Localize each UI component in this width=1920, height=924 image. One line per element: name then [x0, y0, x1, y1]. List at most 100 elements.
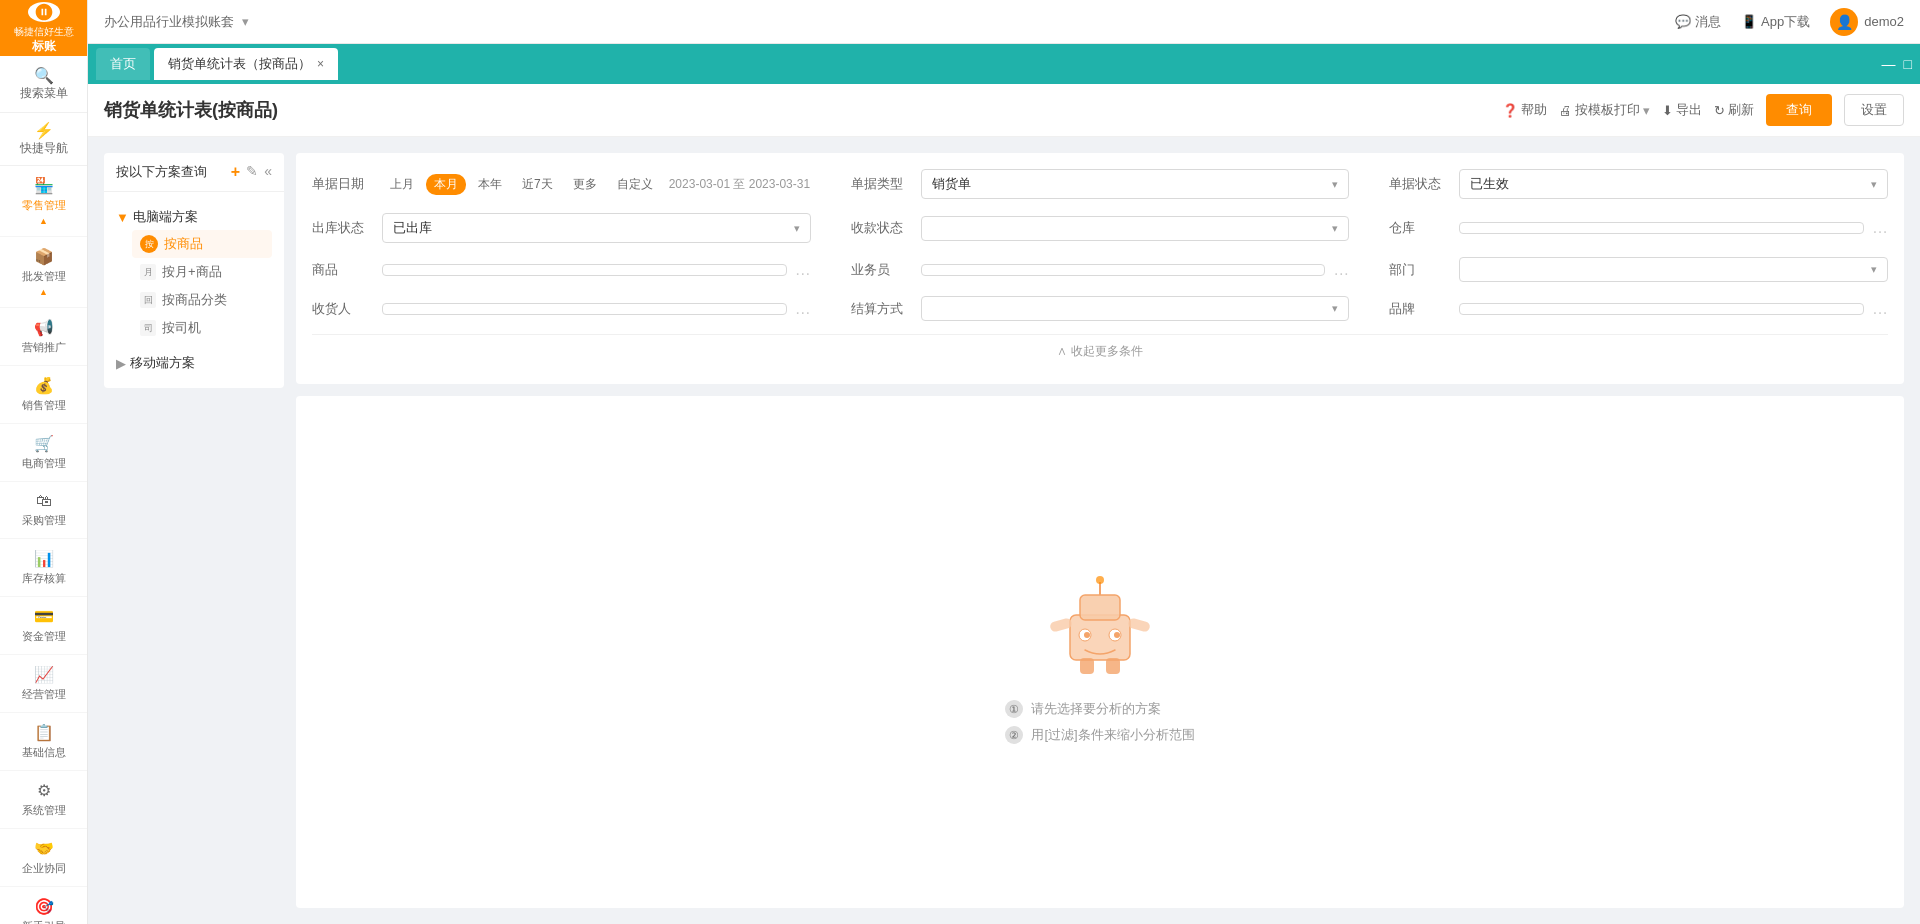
filter-area: 单据日期 上月 本月 本年 近7天 更多 自定义 20 — [296, 153, 1904, 384]
filter-payment-status-control: ▾ — [921, 216, 1350, 241]
doc-type-select[interactable]: 销货单 ▾ — [921, 169, 1350, 199]
filter-warehouse-label: 仓库 — [1389, 219, 1459, 237]
filter-doc-type: 单据类型 销货单 ▾ — [851, 169, 1350, 199]
by-company-label: 按司机 — [162, 319, 201, 337]
mobile-group-arrow: ▶ — [116, 356, 126, 371]
warehouse-input[interactable] — [1459, 222, 1864, 234]
collapse-panel-btn[interactable]: « — [264, 163, 272, 181]
date-tab-custom[interactable]: 自定义 — [609, 174, 661, 195]
filter-receiver-control: … — [382, 300, 811, 318]
scheme-children-pc: 按 按商品 月 按月+商品 回 按商品分类 — [116, 230, 272, 342]
scheme-group-pc-label[interactable]: ▼ 电脑端方案 — [116, 204, 272, 230]
date-tab-last-month[interactable]: 上月 — [382, 174, 422, 195]
receiver-dots-btn[interactable]: … — [795, 300, 811, 318]
salesperson-dots-btn[interactable]: … — [1333, 261, 1349, 279]
brand-input[interactable] — [1459, 303, 1864, 315]
date-tab-this-year[interactable]: 本年 — [470, 174, 510, 195]
print-icon: 🖨 — [1559, 103, 1572, 118]
filter-settlement: 结算方式 ▾ — [851, 296, 1350, 321]
sidebar-item-sales[interactable]: 💰 销售管理 — [0, 366, 87, 424]
sidebar-item-operation[interactable]: 📈 经营管理 — [0, 655, 87, 713]
query-button[interactable]: 查询 — [1766, 94, 1832, 126]
breadcrumb-dropdown-icon[interactable]: ▾ — [242, 14, 249, 29]
tip-text-2: 用[过滤]条件来缩小分析范围 — [1031, 726, 1194, 744]
left-panel-header: 按以下方案查询 + ✎ « — [104, 153, 284, 192]
payment-status-select[interactable]: ▾ — [921, 216, 1350, 241]
search-menu[interactable]: 🔍 搜索菜单 — [0, 56, 87, 113]
sidebar-item-guide[interactable]: 🎯 新手引导 — [0, 887, 87, 924]
sidebar: 畅捷信好生意 标账 🔍 搜索菜单 ⚡ 快捷导航 🏪 零售管理 ▲ 📦 批发管理 … — [0, 0, 88, 924]
app-logo-text: 标账 — [32, 38, 56, 55]
tab-home[interactable]: 首页 — [96, 48, 150, 80]
date-range-text: 2023-03-01 至 2023-03-31 — [669, 176, 810, 193]
scheme-group-mobile-label[interactable]: ▶ 移动端方案 — [116, 350, 272, 376]
doc-status-select[interactable]: 已生效 ▾ — [1459, 169, 1888, 199]
salesperson-input[interactable] — [921, 264, 1326, 276]
receiver-input[interactable] — [382, 303, 787, 315]
scheme-child-by-category[interactable]: 回 按商品分类 — [132, 286, 272, 314]
sidebar-item-basic[interactable]: 📋 基础信息 — [0, 713, 87, 771]
user-area[interactable]: 👤 demo2 — [1830, 8, 1904, 36]
date-tab-last7[interactable]: 近7天 — [514, 174, 561, 195]
tip-num-1: ① — [1005, 700, 1023, 718]
warehouse-dots-btn[interactable]: … — [1872, 219, 1888, 237]
content-wrapper: 销货单统计表(按商品) ❓ 帮助 🖨 按模板打印 ▾ ⬇ 导出 ↻ 刷新 — [88, 84, 1920, 924]
logo-icon — [28, 2, 60, 22]
department-select[interactable]: ▾ — [1459, 257, 1888, 282]
scheme-child-by-company[interactable]: 司 按司机 — [132, 314, 272, 342]
breadcrumb-area: 办公用品行业模拟账套 ▾ — [104, 13, 249, 31]
date-tab-more[interactable]: 更多 — [565, 174, 605, 195]
enterprise-icon: 🤝 — [34, 839, 54, 858]
setting-button[interactable]: 设置 — [1844, 94, 1904, 126]
scheme-child-by-month-goods[interactable]: 月 按月+商品 — [132, 258, 272, 286]
basic-icon: 📋 — [34, 723, 54, 742]
sidebar-item-enterprise[interactable]: 🤝 企业协同 — [0, 829, 87, 887]
app-download-btn[interactable]: 📱 App下载 — [1741, 13, 1810, 31]
goods-dots-btn[interactable]: … — [795, 261, 811, 279]
collapse-more-btn[interactable]: ∧ 收起更多条件 — [312, 334, 1888, 368]
pc-group-arrow: ▼ — [116, 210, 129, 225]
sidebar-item-ecommerce[interactable]: 🛒 电商管理 — [0, 424, 87, 482]
out-status-select[interactable]: 已出库 ▾ — [382, 213, 811, 243]
tab-close-icon[interactable]: × — [317, 57, 324, 71]
svg-rect-13 — [1106, 658, 1120, 674]
sidebar-item-retail[interactable]: 🏪 零售管理 ▲ — [0, 166, 87, 237]
filter-doc-status-label: 单据状态 — [1389, 175, 1459, 193]
scheme-group-pc: ▼ 电脑端方案 按 按商品 月 按月+商品 — [104, 200, 284, 346]
tab-minimize-icon[interactable]: — — [1882, 56, 1896, 72]
message-icon: 💬 — [1675, 14, 1691, 29]
settlement-select[interactable]: ▾ — [921, 296, 1350, 321]
sidebar-item-purchase[interactable]: 🛍 采购管理 — [0, 482, 87, 539]
sidebar-item-wholesale[interactable]: 📦 批发管理 ▲ — [0, 237, 87, 308]
date-tabs: 上月 本月 本年 近7天 更多 自定义 — [382, 174, 661, 195]
sidebar-item-inventory[interactable]: 📊 库存核算 — [0, 539, 87, 597]
tip-text-1: 请先选择要分析的方案 — [1031, 700, 1161, 718]
by-goods-label: 按商品 — [164, 235, 203, 253]
tab-report[interactable]: 销货单统计表（按商品） × — [154, 48, 338, 80]
sidebar-item-marketing[interactable]: 📢 营销推广 — [0, 308, 87, 366]
app-subtitle: 畅捷信好生意 — [14, 25, 74, 38]
tab-maximize-icon[interactable]: □ — [1904, 56, 1912, 72]
home-tab-label: 首页 — [110, 55, 136, 73]
sidebar-item-label-finance: 资金管理 — [22, 629, 66, 644]
date-tab-this-month[interactable]: 本月 — [426, 174, 466, 195]
filter-goods-control: … — [382, 261, 811, 279]
quick-nav[interactable]: ⚡ 快捷导航 — [0, 113, 87, 166]
message-btn[interactable]: 💬 消息 — [1675, 13, 1721, 31]
goods-input[interactable] — [382, 264, 787, 276]
add-scheme-btn[interactable]: + — [231, 163, 240, 181]
settlement-arrow: ▾ — [1332, 302, 1338, 315]
sidebar-item-system[interactable]: ⚙ 系统管理 — [0, 771, 87, 829]
export-btn[interactable]: ⬇ 导出 — [1662, 101, 1702, 119]
refresh-btn[interactable]: ↻ 刷新 — [1714, 101, 1754, 119]
help-btn[interactable]: ❓ 帮助 — [1502, 101, 1547, 119]
svg-rect-12 — [1080, 658, 1094, 674]
scheme-child-by-goods[interactable]: 按 按商品 — [132, 230, 272, 258]
edit-scheme-btn[interactable]: ✎ — [246, 163, 258, 181]
filter-doc-status-control: 已生效 ▾ — [1459, 169, 1888, 199]
brand-dots-btn[interactable]: … — [1872, 300, 1888, 318]
filter-out-status-control: 已出库 ▾ — [382, 213, 811, 243]
print-btn[interactable]: 🖨 按模板打印 ▾ — [1559, 101, 1650, 119]
sidebar-item-finance[interactable]: 💳 资金管理 — [0, 597, 87, 655]
download-icon: 📱 — [1741, 14, 1757, 29]
